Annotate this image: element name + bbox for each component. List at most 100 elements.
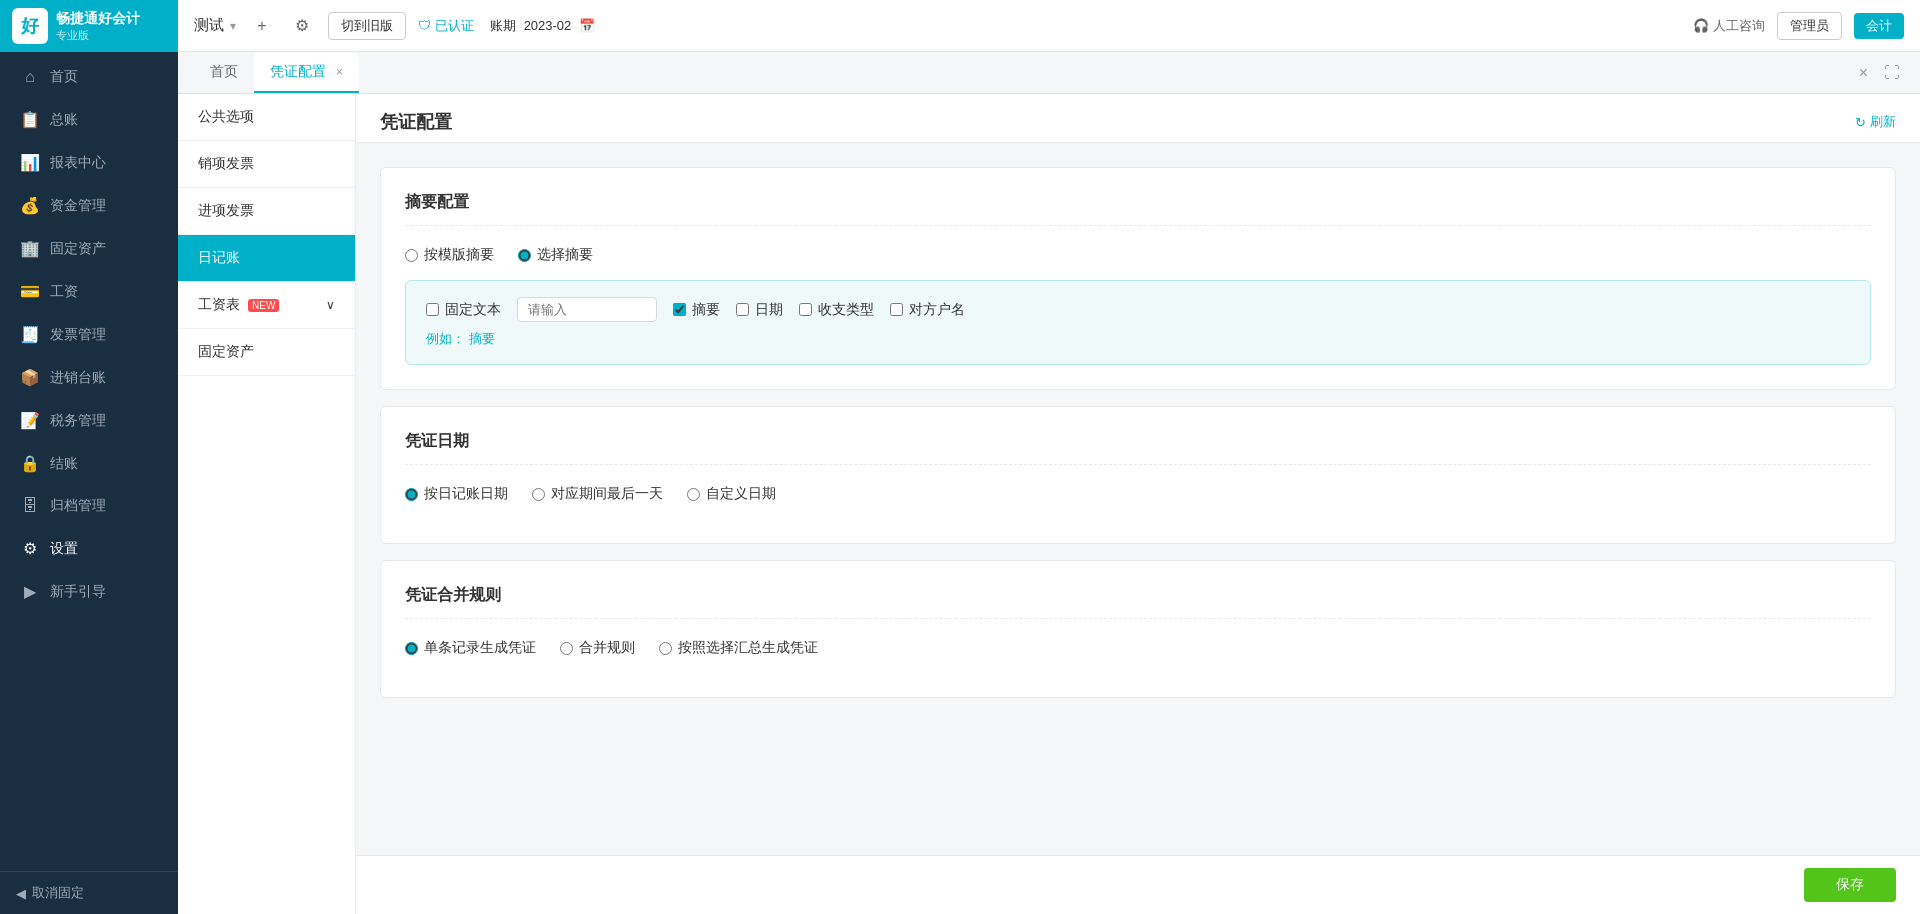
left-panel: 公共选项 销项发票 进项发票 日记账 工资表 NEW ∨ 固定资产 <box>178 94 356 914</box>
checkbox-counterparty[interactable]: 对方户名 <box>890 301 965 319</box>
radio-period-last-input[interactable] <box>532 488 545 501</box>
cancel-fixed-label: 取消固定 <box>32 884 84 902</box>
checkbox-fixed-text[interactable]: 固定文本 <box>426 301 501 319</box>
sidebar-item-assets[interactable]: 🏢 固定资产 <box>0 227 178 270</box>
tab-voucher-config-label: 凭证配置 <box>270 63 326 79</box>
checkbox-summary[interactable]: 摘要 <box>673 301 720 319</box>
settings-btn[interactable]: ⚙ <box>288 12 316 40</box>
tab-home[interactable]: 首页 <box>194 53 254 93</box>
checkbox-counterparty-input[interactable] <box>890 303 903 316</box>
radio-custom-date-input[interactable] <box>687 488 700 501</box>
tab-home-label: 首页 <box>210 63 238 79</box>
checkbox-date[interactable]: 日期 <box>736 301 783 319</box>
radio-select-summary[interactable]: 选择摘要 <box>518 246 593 264</box>
radio-custom-date[interactable]: 自定义日期 <box>687 485 776 503</box>
radio-summary-generate[interactable]: 按照选择汇总生成凭证 <box>659 639 818 657</box>
left-menu-sales-label: 销项发票 <box>198 155 254 173</box>
fullscreen-btn[interactable]: ⛶ <box>1880 60 1904 86</box>
summary-check-label: 摘要 <box>692 301 720 319</box>
sidebar-item-funds[interactable]: 💰 资金管理 <box>0 184 178 227</box>
accounting-period[interactable]: 账期 2023-02 📅 <box>490 17 595 35</box>
left-menu-journal[interactable]: 日记账 <box>178 235 355 282</box>
checkbox-summary-input[interactable] <box>673 303 686 316</box>
payment-type-label: 收支类型 <box>818 301 874 319</box>
sidebar-item-home[interactable]: ⌂ 首页 <box>0 56 178 98</box>
sidebar-item-label-sales: 进销台账 <box>50 369 106 387</box>
sidebar-item-label-invoice: 发票管理 <box>50 326 106 344</box>
assets-icon: 🏢 <box>20 239 40 258</box>
logo-text-group: 畅捷通好会计 专业版 <box>56 9 140 42</box>
radio-period-last-label: 对应期间最后一天 <box>551 485 663 503</box>
period-value: 2023-02 <box>524 18 572 33</box>
left-menu-payroll[interactable]: 工资表 NEW ∨ <box>178 282 355 329</box>
logo-icon: 好 <box>12 8 48 44</box>
radio-journal-date-input[interactable] <box>405 488 418 501</box>
refresh-icon: ↻ <box>1855 115 1866 130</box>
checkbox-payment-type[interactable]: 收支类型 <box>799 301 874 319</box>
radio-single[interactable]: 单条记录生成凭证 <box>405 639 536 657</box>
tab-voucher-config[interactable]: 凭证配置 × <box>254 53 359 93</box>
radio-template-input[interactable] <box>405 249 418 262</box>
sidebar-item-report[interactable]: 📊 报表中心 <box>0 141 178 184</box>
save-btn[interactable]: 保存 <box>1804 868 1896 902</box>
radio-summary-input[interactable] <box>659 642 672 655</box>
close-tab-btn[interactable]: × <box>1855 60 1872 86</box>
left-menu-journal-label: 日记账 <box>198 249 240 267</box>
role-btn[interactable]: 会计 <box>1854 13 1904 39</box>
checkbox-fixed-text-input[interactable] <box>426 303 439 316</box>
sidebar-item-label-home: 首页 <box>50 68 78 86</box>
calendar-icon: 📅 <box>579 18 595 33</box>
tab-bar: 首页 凭证配置 × × ⛶ <box>178 52 1920 94</box>
radio-period-last[interactable]: 对应期间最后一天 <box>532 485 663 503</box>
fixed-text-input[interactable] <box>517 297 657 322</box>
radio-journal-date[interactable]: 按日记账日期 <box>405 485 508 503</box>
summary-config-box: 固定文本 摘要 日期 <box>405 280 1871 365</box>
workspace-selector[interactable]: 测试 ▾ <box>194 16 236 35</box>
switch-old-btn[interactable]: 切到旧版 <box>328 12 406 40</box>
sidebar-item-guide[interactable]: ▶ 新手引导 <box>0 570 178 613</box>
left-menu-purchase-invoice[interactable]: 进项发票 <box>178 188 355 235</box>
date-section-title: 凭证日期 <box>405 431 1871 465</box>
support-btn[interactable]: 🎧 人工咨询 <box>1693 17 1765 35</box>
sidebar-item-tax[interactable]: 📝 税务管理 <box>0 399 178 442</box>
sidebar-item-sales[interactable]: 📦 进销台账 <box>0 356 178 399</box>
sidebar-item-label-report: 报表中心 <box>50 154 106 172</box>
date-check-label: 日期 <box>755 301 783 319</box>
sidebar-logo: 好 畅捷通好会计 专业版 <box>0 0 178 52</box>
left-menu-fixed-assets[interactable]: 固定资产 <box>178 329 355 376</box>
sidebar-item-settings[interactable]: ⚙ 设置 <box>0 527 178 570</box>
sidebar-item-archive[interactable]: 🗄 归档管理 <box>0 485 178 527</box>
home-icon: ⌂ <box>20 68 40 86</box>
certified-text: 已认证 <box>435 17 474 35</box>
add-workspace-btn[interactable]: + <box>248 12 276 40</box>
merge-radio-group: 单条记录生成凭证 合并规则 按照选择汇总生成凭证 <box>405 639 1871 657</box>
sidebar-item-label-assets: 固定资产 <box>50 240 106 258</box>
radio-select-input[interactable] <box>518 249 531 262</box>
support-text: 人工咨询 <box>1713 17 1765 35</box>
radio-merge[interactable]: 合并规则 <box>560 639 635 657</box>
tax-icon: 📝 <box>20 411 40 430</box>
page-footer: 保存 <box>356 855 1920 914</box>
checkbox-payment-type-input[interactable] <box>799 303 812 316</box>
sidebar-item-ledger[interactable]: 📋 总账 <box>0 98 178 141</box>
example-text: 例如： 摘要 <box>426 330 1850 348</box>
cancel-fixed-btn[interactable]: ◀ 取消固定 <box>0 871 178 914</box>
radio-merge-input[interactable] <box>560 642 573 655</box>
left-menu-public[interactable]: 公共选项 <box>178 94 355 141</box>
logo-sub: 专业版 <box>56 28 140 43</box>
fixed-text-label: 固定文本 <box>445 301 501 319</box>
checkbox-date-input[interactable] <box>736 303 749 316</box>
radio-template-summary[interactable]: 按模版摘要 <box>405 246 494 264</box>
merge-section-title: 凭证合并规则 <box>405 585 1871 619</box>
left-menu-sales-invoice[interactable]: 销项发票 <box>178 141 355 188</box>
radio-single-input[interactable] <box>405 642 418 655</box>
refresh-btn[interactable]: ↻ 刷新 <box>1855 113 1896 131</box>
merge-section: 凭证合并规则 单条记录生成凭证 合并规则 按照选择汇总生成凭证 <box>380 560 1896 698</box>
page-title: 凭证配置 <box>380 110 452 134</box>
sidebar-item-salary[interactable]: 💳 工资 <box>0 270 178 313</box>
user-btn[interactable]: 管理员 <box>1777 12 1842 40</box>
sidebar-item-label-tax: 税务管理 <box>50 412 106 430</box>
tab-voucher-config-close[interactable]: × <box>336 65 343 79</box>
sidebar-item-close[interactable]: 🔒 结账 <box>0 442 178 485</box>
sidebar-item-invoice[interactable]: 🧾 发票管理 <box>0 313 178 356</box>
